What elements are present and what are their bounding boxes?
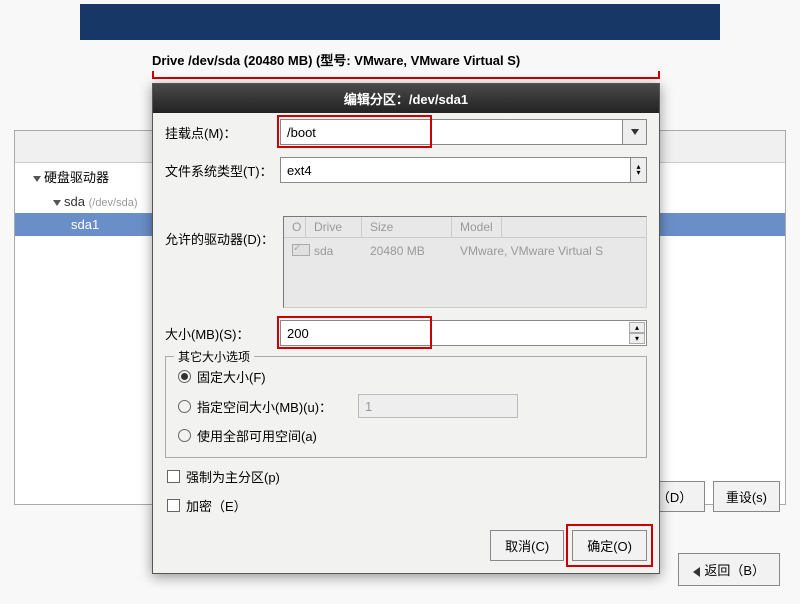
mount-point-value: /boot xyxy=(287,125,316,140)
arrow-left-icon xyxy=(693,567,700,577)
shell-action-buttons: （D） 重设(s) xyxy=(640,481,780,512)
spin-down-icon[interactable]: ▾ xyxy=(629,333,645,344)
nav-buttons: 返回（B） xyxy=(678,553,780,586)
radio-fill-to-label: 指定空间大小(MB)(u)： xyxy=(197,397,332,416)
edit-partition-dialog: 编辑分区：/dev/sda1 挂载点(M)： /boot 文件系统类型(T)： … xyxy=(152,83,660,574)
drive-header-highlight xyxy=(152,71,660,79)
drive-header: Drive /dev/sda (20480 MB) (型号: VMware, V… xyxy=(152,50,660,69)
expand-icon xyxy=(53,200,61,206)
radio-icon xyxy=(178,429,191,442)
back-button[interactable]: 返回（B） xyxy=(678,553,780,586)
ok-button[interactable]: 确定(O) xyxy=(572,530,647,561)
spin-up-icon[interactable]: ▴ xyxy=(629,322,645,333)
force-primary-row[interactable]: 强制为主分区(p) xyxy=(153,462,659,491)
drives-header-row: O Drive Size Model xyxy=(284,217,646,238)
drives-col-size: Size xyxy=(362,217,452,237)
tree-root-label: 硬盘驱动器 xyxy=(44,170,109,185)
size-spin-buttons[interactable]: ▴▾ xyxy=(629,322,645,344)
dialog-title: 编辑分区：/dev/sda1 xyxy=(153,84,659,113)
fill-to-value-disabled: 1 xyxy=(358,394,518,418)
radio-fill-to[interactable]: 指定空间大小(MB)(u)： 1 xyxy=(176,390,636,422)
tree-partition-label: sda1 xyxy=(71,217,99,232)
encrypt-row[interactable]: 加密（E） xyxy=(153,491,659,520)
chevron-down-icon xyxy=(631,129,639,135)
reset-button[interactable]: 重设(s) xyxy=(713,481,780,512)
size-value: 200 xyxy=(287,326,309,341)
top-banner xyxy=(80,4,720,40)
fstype-combo[interactable]: ext4 ▴▾ xyxy=(280,157,647,183)
updown-icon: ▴▾ xyxy=(636,164,640,176)
tree-disk-label: sda xyxy=(64,194,85,209)
drive-name: sda xyxy=(306,242,362,261)
additional-size-options: 其它大小选项 固定大小(F) 指定空间大小(MB)(u)： 1 使用全部可用空间… xyxy=(165,356,647,458)
tree-disk-devpath: (/dev/sda) xyxy=(89,197,138,209)
mount-point-combo[interactable]: /boot xyxy=(280,119,647,145)
fstype-spinner[interactable]: ▴▾ xyxy=(630,158,646,182)
allowed-drives-panel: O Drive Size Model sda 20480 MB VMware, … xyxy=(283,216,647,308)
radio-fixed-label: 固定大小(F) xyxy=(197,367,266,386)
drives-col-o: O xyxy=(284,217,306,237)
size-options-legend: 其它大小选项 xyxy=(174,348,254,365)
expand-icon xyxy=(33,176,41,182)
radio-fixed-size[interactable]: 固定大小(F) xyxy=(176,363,636,390)
force-primary-label: 强制为主分区(p) xyxy=(186,467,280,486)
drives-col-model: Model xyxy=(452,217,502,237)
checkbox-icon[interactable] xyxy=(167,499,180,512)
drive-checkbox-disabled xyxy=(292,244,310,256)
fstype-value: ext4 xyxy=(287,163,312,178)
radio-fill-max[interactable]: 使用全部可用空间(a) xyxy=(176,422,636,449)
fill-to-value: 1 xyxy=(365,399,372,414)
drive-size: 20480 MB xyxy=(362,242,452,261)
drives-col-drive: Drive xyxy=(306,217,362,237)
encrypt-label: 加密（E） xyxy=(186,496,247,515)
drive-model: VMware, VMware Virtual S xyxy=(452,242,611,261)
allowed-drives-label: 允许的驱动器(D)： xyxy=(165,195,280,248)
radio-icon xyxy=(178,400,191,413)
size-label: 大小(MB)(S)： xyxy=(165,324,280,343)
mount-dropdown-button[interactable] xyxy=(622,120,646,144)
radio-fill-max-label: 使用全部可用空间(a) xyxy=(197,426,317,445)
back-button-label: 返回（B） xyxy=(704,563,765,578)
cancel-button[interactable]: 取消(C) xyxy=(490,530,564,561)
drives-row-sda: sda 20480 MB VMware, VMware Virtual S xyxy=(284,238,646,265)
size-spinner[interactable]: 200 ▴▾ xyxy=(280,320,647,346)
mount-point-label: 挂载点(M)： xyxy=(165,123,280,142)
radio-icon xyxy=(178,370,191,383)
dialog-buttons: 取消(C) 确定(O) xyxy=(153,520,659,573)
fstype-label: 文件系统类型(T)： xyxy=(165,161,280,180)
checkbox-icon[interactable] xyxy=(167,470,180,483)
